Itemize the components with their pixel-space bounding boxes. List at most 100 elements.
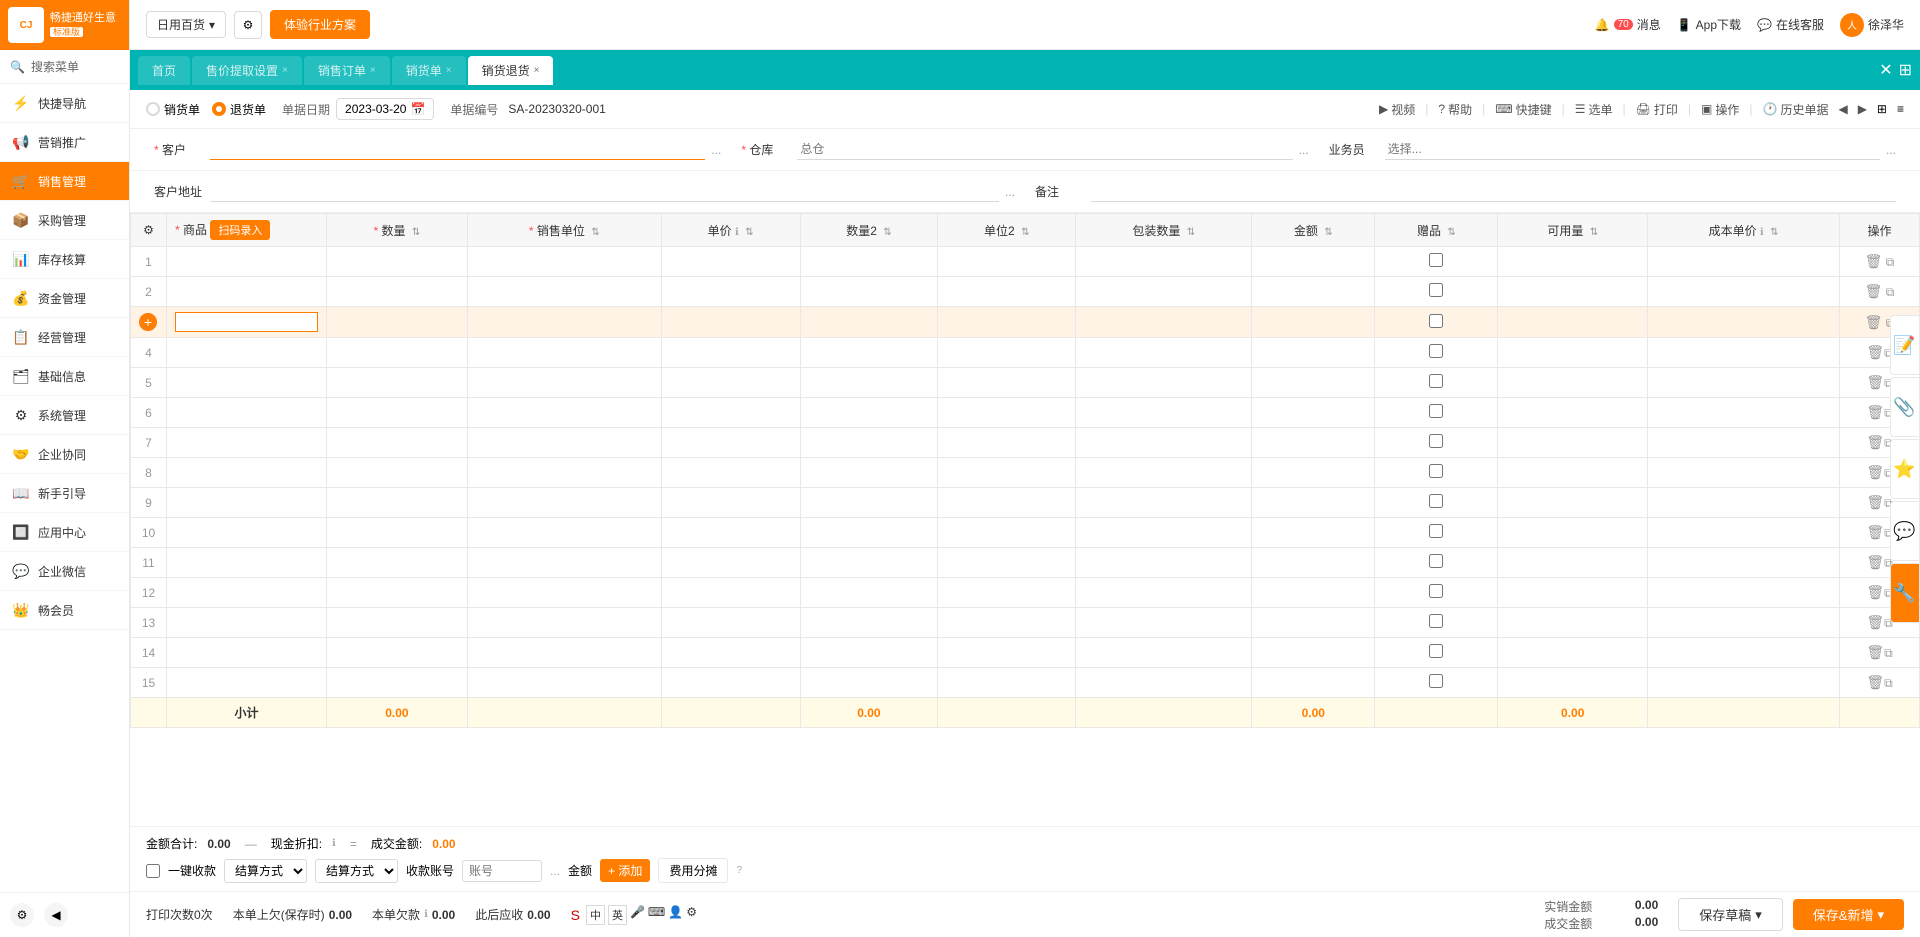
print-btn[interactable]: 🖨 打印 [1636, 101, 1678, 118]
fee-split-btn[interactable]: 费用分摊 [658, 858, 728, 883]
grid-view-btn[interactable]: ⊞ [1877, 102, 1887, 116]
row-delete-btn[interactable]: 🗑 [1866, 614, 1884, 631]
sales-unit-sort-icon[interactable]: ⇅ [591, 227, 599, 238]
row-qty2[interactable] [800, 277, 938, 307]
gift-checkbox[interactable] [1429, 374, 1443, 388]
tab-sales-order[interactable]: 销售订单 × [304, 56, 390, 85]
cost-price-sort-icon[interactable]: ⇅ [1770, 227, 1778, 238]
settings-icon2[interactable]: ⚙ [686, 905, 697, 925]
row-product-active[interactable] [167, 307, 327, 338]
zh-icon[interactable]: 中 [586, 905, 605, 925]
product-input-active[interactable] [175, 312, 318, 332]
sidebar-item-purchase[interactable]: 📦 采购管理 [0, 201, 129, 240]
account-input[interactable] [462, 860, 542, 882]
save-new-btn[interactable]: 保存&新增 ▾ [1793, 899, 1904, 930]
gift-checkbox[interactable] [1429, 614, 1443, 628]
side-chat-btn[interactable]: 💬 [1890, 501, 1920, 561]
row-available-active[interactable] [1498, 307, 1648, 338]
tab-sales-close[interactable]: × [446, 65, 452, 76]
row-gift[interactable] [1375, 247, 1498, 277]
row-delete-btn[interactable]: 🗑 [1866, 404, 1884, 421]
sidebar-item-wechat[interactable]: 💬 企业微信 [0, 552, 129, 591]
unit2-sort-icon[interactable]: ⇅ [1021, 227, 1029, 238]
gift-checkbox[interactable] [1429, 494, 1443, 508]
topbar-gear-btn[interactable]: ⚙ [234, 11, 262, 39]
settle-method-select[interactable]: 结算方式 [224, 859, 307, 883]
tab-price-settings-close[interactable]: × [282, 65, 288, 76]
remark-input[interactable] [1091, 181, 1896, 202]
row-qty[interactable] [327, 277, 468, 307]
gift-checkbox[interactable] [1429, 283, 1443, 297]
shortcuts-btn[interactable]: ⌨ 快捷键 [1495, 101, 1551, 118]
add-amount-btn[interactable]: + 添加 [600, 859, 650, 882]
gift-sort-icon[interactable]: ⇅ [1447, 227, 1455, 238]
available-sort-icon[interactable]: ⇅ [1590, 227, 1598, 238]
gift-checkbox-active[interactable] [1429, 314, 1443, 328]
row-qty-active[interactable] [327, 307, 468, 338]
notification-btn[interactable]: 🔔 70 消息 [1595, 16, 1661, 33]
row-pkg-qty-active[interactable] [1076, 307, 1252, 338]
calc-method-select[interactable]: 结算方式 [315, 859, 398, 883]
row-delete-btn[interactable]: 🗑 [1865, 253, 1883, 270]
history-btn[interactable]: 🕐 历史单据 [1762, 101, 1828, 118]
sidebar-item-ops[interactable]: 📋 经营管理 [0, 318, 129, 357]
qty-sort-icon[interactable]: ⇅ [412, 227, 420, 238]
side-star-btn[interactable]: ⭐ [1890, 439, 1920, 499]
row-delete-btn[interactable]: 🗑 [1865, 283, 1883, 300]
sidebar-item-system[interactable]: ⚙ 系统管理 [0, 396, 129, 435]
row-available[interactable] [1498, 247, 1648, 277]
save-draft-btn[interactable]: 保存草稿 ▾ [1678, 898, 1783, 931]
sidebar-item-finance[interactable]: 💰 资金管理 [0, 279, 129, 318]
row-copy-btn[interactable]: ⧉ [1884, 646, 1893, 661]
sidebar-item-marketing[interactable]: 📢 营销推广 [0, 123, 129, 162]
onepay-checkbox[interactable] [146, 864, 160, 878]
row-copy-btn[interactable]: ⧉ [1886, 285, 1895, 300]
address-input[interactable] [210, 181, 999, 202]
row-qty[interactable] [327, 247, 468, 277]
tab-sales-order-close[interactable]: × [370, 65, 376, 76]
gift-checkbox[interactable] [1429, 464, 1443, 478]
user-icon2[interactable]: 👤 [668, 905, 683, 925]
side-custom-btn[interactable]: 🔧 [1890, 563, 1920, 623]
dots-account[interactable]: ... [550, 864, 560, 878]
sidebar-item-enterprise[interactable]: 🤝 企业协同 [0, 435, 129, 474]
row-cost-price[interactable] [1648, 247, 1840, 277]
row-available[interactable] [1498, 277, 1648, 307]
staff-dots[interactable]: ... [1886, 143, 1896, 157]
gift-checkbox[interactable] [1429, 674, 1443, 688]
row-copy-btn[interactable]: ⧉ [1886, 255, 1895, 270]
row-product[interactable] [167, 277, 327, 307]
row-product[interactable] [167, 247, 327, 277]
online-service-btn[interactable]: 💬 在线客服 [1757, 16, 1824, 33]
row-cost-price[interactable] [1648, 277, 1840, 307]
gift-checkbox[interactable] [1429, 344, 1443, 358]
row-delete-btn-active[interactable]: 🗑 [1865, 314, 1883, 331]
sidebar-item-shortcut[interactable]: ⚡ 快捷导航 [0, 84, 129, 123]
tab-sales[interactable]: 销货单 × [392, 56, 466, 85]
sidebar-item-guide[interactable]: 📖 新手引导 [0, 474, 129, 513]
row-unit-price[interactable] [661, 277, 800, 307]
side-note-btn[interactable]: 📝 [1890, 315, 1920, 375]
staff-input[interactable] [1385, 139, 1880, 160]
mic-icon[interactable]: 🎤 [630, 905, 645, 925]
gift-checkbox[interactable] [1429, 554, 1443, 568]
gift-checkbox[interactable] [1429, 644, 1443, 658]
app-download-btn[interactable]: 📱 App下载 [1677, 16, 1741, 33]
row-delete-btn[interactable]: 🗑 [1866, 374, 1884, 391]
row-unit2[interactable] [938, 277, 1076, 307]
en-icon[interactable]: 英 [608, 905, 627, 925]
date-picker[interactable]: 2023-03-20 📅 [336, 98, 434, 120]
nav-next[interactable]: ▶ [1858, 102, 1867, 116]
tab-expand-btn[interactable]: ⊞ [1899, 60, 1912, 80]
row-delete-btn[interactable]: 🗑 [1866, 494, 1884, 511]
pkg-qty-sort-icon[interactable]: ⇅ [1187, 227, 1195, 238]
row-sales-unit[interactable] [467, 247, 661, 277]
keyboard-icon[interactable]: ⌨ [648, 905, 665, 925]
tab-home[interactable]: 首页 [138, 56, 190, 85]
gift-checkbox[interactable] [1429, 253, 1443, 267]
radio-sales[interactable]: 销货单 [146, 101, 200, 118]
sidebar-item-sales[interactable]: 🛒 销售管理 [0, 162, 129, 201]
side-attach-btn[interactable]: 📎 [1890, 377, 1920, 437]
row-pkg-qty[interactable] [1076, 277, 1252, 307]
address-dots[interactable]: ... [1005, 185, 1015, 199]
